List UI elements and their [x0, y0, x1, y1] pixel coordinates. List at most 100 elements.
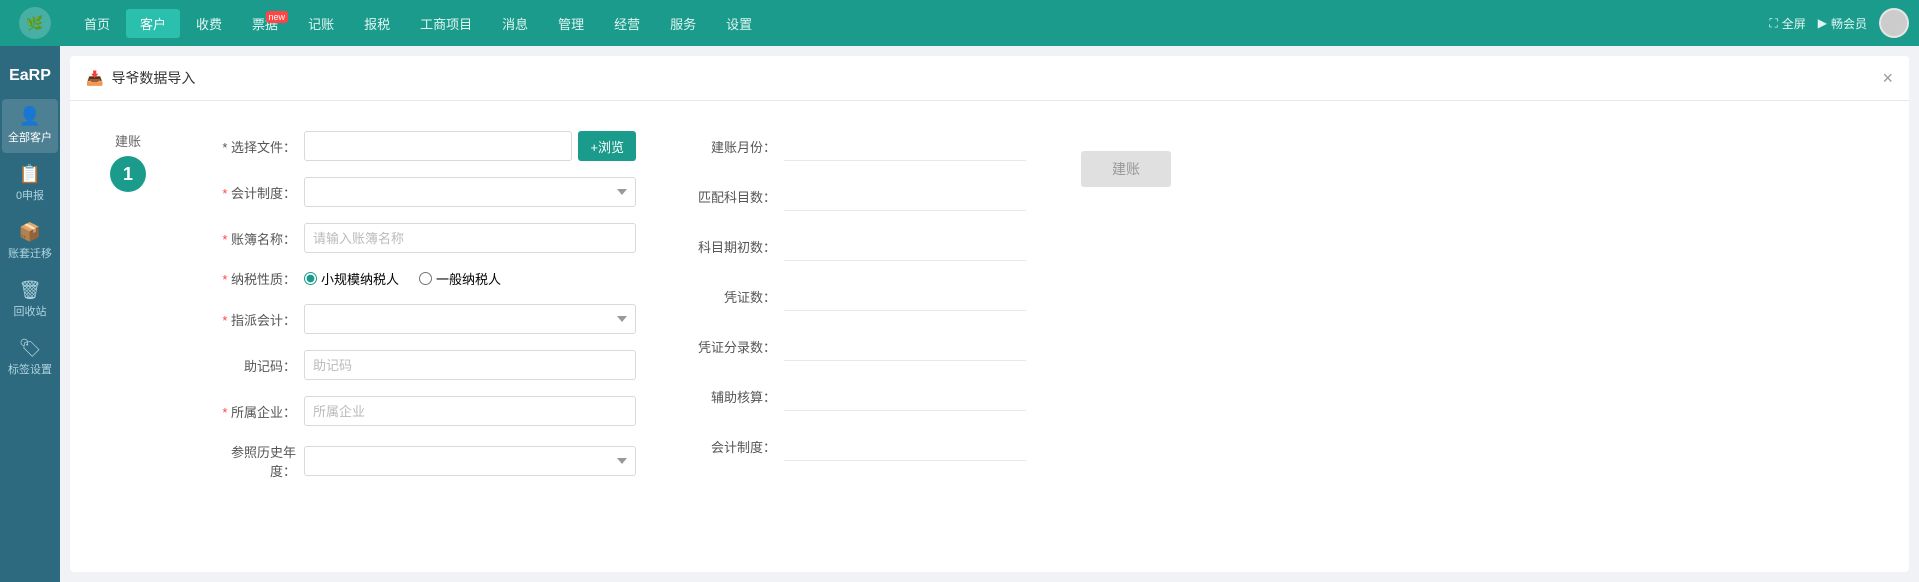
declaration-icon: 📋	[19, 165, 41, 183]
match-subjects-row: 匹配科目数：	[676, 181, 1026, 211]
nav-home[interactable]: 首页	[70, 9, 124, 38]
panel-title: 导爷数据导入	[111, 68, 195, 88]
form-area: 建账 1 * 选择文件： +浏览 会计制度：	[70, 101, 1909, 526]
sidebar-item-migration[interactable]: 📦 账套迁移	[2, 215, 58, 269]
nav-operations[interactable]: 经营	[600, 9, 654, 38]
membership-icon: ▶	[1818, 16, 1827, 30]
match-subjects-value	[784, 181, 1026, 211]
company-label: 所属企业：	[206, 402, 296, 421]
general-taxpayer-label: 一般纳税人	[436, 269, 501, 288]
right-accounting-system-value	[784, 431, 1026, 461]
voucher-count-row: 凭证数：	[676, 281, 1026, 311]
nav-items: 首页 客户 收费 票据 new 记账 报税 工商项目 消息 管理 经营 服务 设…	[70, 9, 1769, 38]
close-button[interactable]: ×	[1882, 68, 1893, 89]
memo-code-input[interactable]	[304, 350, 636, 380]
file-input-group: +浏览	[304, 131, 636, 161]
initial-balance-label: 科目期初数：	[676, 237, 776, 256]
voucher-count-value	[784, 281, 1026, 311]
build-button-area: 建账	[1066, 131, 1186, 496]
recycle-icon: 🗑	[19, 281, 42, 299]
browse-button[interactable]: +浏览	[578, 131, 636, 161]
build-month-value	[784, 131, 1026, 161]
nav-tickets[interactable]: 票据 new	[238, 9, 292, 38]
nav-fees[interactable]: 收费	[182, 9, 236, 38]
memo-code-label: 助记码：	[206, 356, 296, 375]
match-subjects-label: 匹配科目数：	[676, 187, 776, 206]
step-circle: 1	[110, 156, 146, 192]
tax-nature-row: 纳税性质： 小规模纳税人 一般纳税人	[206, 269, 636, 288]
auxiliary-accounting-row: 辅助核算：	[676, 381, 1026, 411]
general-taxpayer-option[interactable]: 一般纳税人	[419, 269, 501, 288]
right-accounting-system-row: 会计制度：	[676, 431, 1026, 461]
logo-icon: 🌿	[19, 7, 51, 39]
left-form: * 选择文件： +浏览 会计制度：	[206, 131, 636, 496]
migration-icon: 📦	[19, 223, 41, 241]
initial-balance-row: 科目期初数：	[676, 231, 1026, 261]
nav-services[interactable]: 服务	[656, 9, 710, 38]
memo-code-row: 助记码：	[206, 350, 636, 380]
sidebar-item-label: 账套迁移	[8, 245, 52, 261]
panel-header: 📥 导爷数据导入 ×	[70, 56, 1909, 101]
nav-right-area: ⛶ 全屏 ▶ 畅会员	[1769, 8, 1909, 38]
sidebar-item-label: 回收站	[14, 303, 47, 319]
build-button[interactable]: 建账	[1081, 151, 1171, 187]
logo-area: 🌿	[10, 7, 60, 39]
voucher-count-label: 凭证数：	[676, 287, 776, 306]
avatar[interactable]	[1879, 8, 1909, 38]
nav-management[interactable]: 管理	[544, 9, 598, 38]
tax-nature-radio-group: 小规模纳税人 一般纳税人	[304, 269, 636, 288]
right-form: 建账月份： 匹配科目数： 科目期初数： 凭证数：	[676, 131, 1026, 496]
right-accounting-system-label: 会计制度：	[676, 437, 776, 456]
general-taxpayer-radio[interactable]	[419, 272, 432, 285]
sidebar-item-tag-settings[interactable]: 🏷 标签设置	[2, 331, 58, 385]
small-taxpayer-radio[interactable]	[304, 272, 317, 285]
nav-clients[interactable]: 客户	[126, 9, 180, 38]
company-input[interactable]	[304, 396, 636, 426]
step-section: 建账 1	[110, 131, 146, 496]
voucher-records-label: 凭证分录数：	[676, 337, 776, 356]
small-taxpayer-option[interactable]: 小规模纳税人	[304, 269, 399, 288]
tax-nature-label: 纳税性质：	[206, 269, 296, 288]
nav-tax[interactable]: 报税	[350, 9, 404, 38]
file-input[interactable]	[304, 131, 572, 161]
nav-business[interactable]: 工商项目	[406, 9, 486, 38]
auxiliary-accounting-label: 辅助核算：	[676, 387, 776, 406]
tag-icon: 🏷	[19, 339, 42, 357]
sidebar-item-label: 0申报	[16, 187, 44, 203]
voucher-records-value	[784, 331, 1026, 361]
nav-settings[interactable]: 设置	[712, 9, 766, 38]
main-content: 📥 导爷数据导入 × 建账 1 * 选择文件：	[60, 46, 1919, 582]
build-month-row: 建账月份：	[676, 131, 1026, 161]
nav-accounting[interactable]: 记账	[294, 9, 348, 38]
ledger-name-row: 账簿名称：	[206, 223, 636, 253]
voucher-records-row: 凭证分录数：	[676, 331, 1026, 361]
sidebar-logo: EaRP	[5, 56, 55, 95]
fullscreen-icon: ⛶	[1769, 16, 1777, 31]
reference-year-row: 参照历史年度：	[206, 442, 636, 480]
step-label: 建账	[115, 131, 141, 150]
clients-icon: 👤	[19, 107, 41, 125]
initial-balance-value	[784, 231, 1026, 261]
panel: 📥 导爷数据导入 × 建账 1 * 选择文件：	[70, 56, 1909, 572]
sidebar-item-recycle[interactable]: 🗑 回收站	[2, 273, 58, 327]
accounting-system-row: 会计制度：	[206, 177, 636, 207]
membership-button[interactable]: ▶ 畅会员	[1818, 15, 1867, 32]
nav-messages[interactable]: 消息	[488, 9, 542, 38]
accounting-system-select[interactable]	[304, 177, 636, 207]
layout: EaRP 👤 全部客户 📋 0申报 📦 账套迁移 🗑 回收站 🏷 标签设置 📥 …	[0, 46, 1919, 582]
company-row: 所属企业：	[206, 396, 636, 426]
assign-accountant-row: 指派会计：	[206, 304, 636, 334]
panel-title-icon: 📥	[86, 70, 103, 87]
reference-year-select[interactable]	[304, 446, 636, 476]
sidebar-item-label: 标签设置	[8, 361, 52, 377]
build-month-label: 建账月份：	[676, 137, 776, 156]
ledger-name-input[interactable]	[304, 223, 636, 253]
assign-accountant-select[interactable]	[304, 304, 636, 334]
auxiliary-accounting-value	[784, 381, 1026, 411]
accounting-system-label: 会计制度：	[206, 183, 296, 202]
ledger-name-label: 账簿名称：	[206, 229, 296, 248]
fullscreen-button[interactable]: ⛶ 全屏	[1769, 15, 1805, 32]
sidebar-item-label: 全部客户	[8, 129, 52, 145]
sidebar-item-all-clients[interactable]: 👤 全部客户	[2, 99, 58, 153]
sidebar-item-declaration[interactable]: 📋 0申报	[2, 157, 58, 211]
